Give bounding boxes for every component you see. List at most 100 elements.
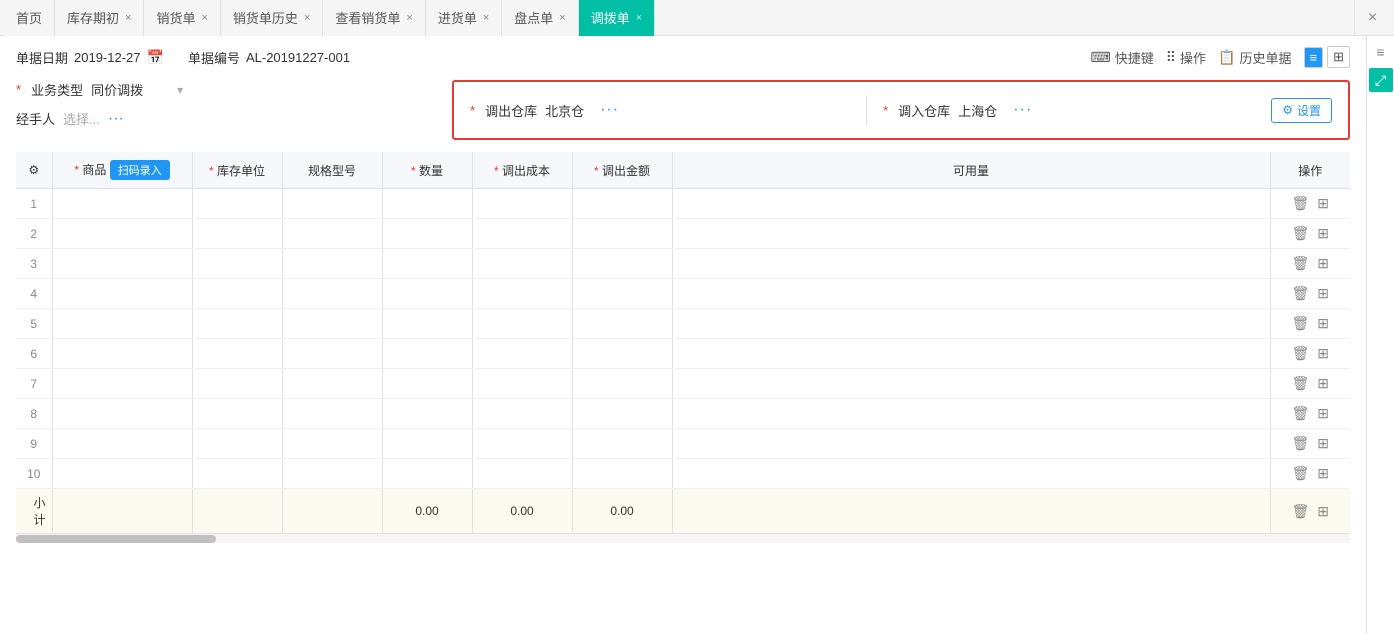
copy-row-icon[interactable]: ⊞ <box>1317 465 1329 482</box>
delete-row-icon[interactable]: 🗑 <box>1291 345 1309 362</box>
delete-row-icon[interactable]: 🗑 <box>1291 375 1309 392</box>
tab-inventory-check[interactable]: 盘点单 × <box>502 0 578 36</box>
row-qty[interactable] <box>382 309 472 339</box>
row-amount[interactable] <box>572 189 672 219</box>
agent-placeholder[interactable]: 选择... <box>63 109 100 128</box>
delete-row-icon[interactable]: 🗑 <box>1291 503 1309 520</box>
row-goods[interactable] <box>52 369 192 399</box>
row-qty[interactable] <box>382 399 472 429</box>
history-button[interactable]: 📋 历史单据 <box>1218 48 1291 67</box>
row-qty[interactable] <box>382 189 472 219</box>
delete-row-icon[interactable]: 🗑 <box>1291 195 1309 212</box>
row-goods[interactable] <box>52 489 192 534</box>
row-amount[interactable] <box>572 369 672 399</box>
business-type-select[interactable]: 同价调拨 ▾ <box>91 80 183 99</box>
sidebar-list-icon[interactable]: ≡ <box>1369 40 1393 64</box>
row-goods[interactable] <box>52 339 192 369</box>
tab-purchase-order[interactable]: 进货单 × <box>426 0 502 36</box>
delete-row-icon[interactable]: 🗑 <box>1291 225 1309 242</box>
tab-view-sales-close[interactable]: × <box>406 12 412 24</box>
calendar-icon[interactable]: 📅 <box>147 49 164 66</box>
tab-sales-history-close[interactable]: × <box>304 12 310 24</box>
row-goods[interactable] <box>52 219 192 249</box>
shortcut-button[interactable]: ⌨ 快捷键 <box>1091 48 1154 67</box>
delete-row-icon[interactable]: 🗑 <box>1291 435 1309 452</box>
row-cost[interactable]: 0.00 <box>472 489 572 534</box>
operate-button[interactable]: ⠿ 操作 <box>1166 48 1206 67</box>
delete-row-icon[interactable]: 🗑 <box>1291 465 1309 482</box>
copy-row-icon[interactable]: ⊞ <box>1317 285 1329 302</box>
copy-row-icon[interactable]: ⊞ <box>1317 315 1329 332</box>
scrollbar-thumb[interactable] <box>16 535 216 543</box>
business-type-dropdown-icon[interactable]: ▾ <box>177 83 183 97</box>
copy-row-icon[interactable]: ⊞ <box>1317 255 1329 272</box>
settings-button[interactable]: ⚙ 设置 <box>1271 98 1332 123</box>
copy-row-icon[interactable]: ⊞ <box>1317 435 1329 452</box>
row-amount[interactable] <box>572 249 672 279</box>
tab-purchase-order-close[interactable]: × <box>483 12 489 24</box>
row-goods[interactable] <box>52 429 192 459</box>
row-goods[interactable] <box>52 459 192 489</box>
delete-row-icon[interactable]: 🗑 <box>1291 285 1309 302</box>
row-cost[interactable] <box>472 249 572 279</box>
row-cost[interactable] <box>472 429 572 459</box>
row-cost[interactable] <box>472 279 572 309</box>
table-settings-icon[interactable]: ⚙ <box>28 163 39 177</box>
tab-inventory-init-close[interactable]: × <box>125 12 131 24</box>
row-qty[interactable] <box>382 429 472 459</box>
tab-inventory-init[interactable]: 库存期初 × <box>55 0 144 36</box>
row-goods[interactable] <box>52 309 192 339</box>
sidebar-expand-icon[interactable]: ⤢ <box>1369 68 1393 92</box>
col-gear[interactable]: ⚙ <box>16 152 52 189</box>
row-amount[interactable] <box>572 429 672 459</box>
row-qty[interactable] <box>382 369 472 399</box>
scan-input-button[interactable]: 扫码录入 <box>110 160 170 180</box>
row-goods[interactable] <box>52 189 192 219</box>
row-qty[interactable] <box>382 279 472 309</box>
row-cost[interactable] <box>472 339 572 369</box>
row-cost[interactable] <box>472 369 572 399</box>
row-cost[interactable] <box>472 219 572 249</box>
layout-list-button[interactable]: ≡ <box>1304 47 1324 68</box>
row-cost[interactable] <box>472 399 572 429</box>
transfer-in-dots[interactable]: ··· <box>1013 101 1032 119</box>
row-qty[interactable] <box>382 219 472 249</box>
row-goods[interactable] <box>52 279 192 309</box>
row-amount[interactable] <box>572 279 672 309</box>
row-amount[interactable] <box>572 339 672 369</box>
copy-row-icon[interactable]: ⊞ <box>1317 225 1329 242</box>
copy-row-icon[interactable]: ⊞ <box>1317 195 1329 212</box>
copy-row-icon[interactable]: ⊞ <box>1317 375 1329 392</box>
delete-row-icon[interactable]: 🗑 <box>1291 405 1309 422</box>
transfer-out-dots[interactable]: ··· <box>600 101 619 119</box>
window-close-button[interactable]: × <box>1354 0 1390 36</box>
delete-row-icon[interactable]: 🗑 <box>1291 255 1309 272</box>
copy-row-icon[interactable]: ⊞ <box>1317 405 1329 422</box>
copy-row-icon[interactable]: ⊞ <box>1317 503 1329 520</box>
row-cost[interactable] <box>472 189 572 219</box>
tab-sales-order-close[interactable]: × <box>201 12 207 24</box>
row-goods[interactable] <box>52 249 192 279</box>
row-amount[interactable] <box>572 459 672 489</box>
tab-view-sales[interactable]: 查看销货单 × <box>323 0 425 36</box>
tab-home[interactable]: 首页 <box>4 0 55 36</box>
row-qty[interactable] <box>382 249 472 279</box>
tab-sales-history[interactable]: 销货单历史 × <box>221 0 323 36</box>
row-amount[interactable] <box>572 309 672 339</box>
row-amount[interactable] <box>572 219 672 249</box>
agent-dots[interactable]: ··· <box>108 110 124 128</box>
tab-transfer-order-close[interactable]: × <box>636 12 642 24</box>
row-cost[interactable] <box>472 459 572 489</box>
copy-row-icon[interactable]: ⊞ <box>1317 345 1329 362</box>
layout-grid-button[interactable]: ⊞ <box>1327 46 1350 68</box>
tab-transfer-order[interactable]: 调拨单 × <box>579 0 655 36</box>
row-qty[interactable] <box>382 459 472 489</box>
delete-row-icon[interactable]: 🗑 <box>1291 315 1309 332</box>
row-amount[interactable] <box>572 399 672 429</box>
row-amount[interactable]: 0.00 <box>572 489 672 534</box>
tab-inventory-check-close[interactable]: × <box>559 12 565 24</box>
row-goods[interactable] <box>52 399 192 429</box>
row-qty[interactable]: 0.00 <box>382 489 472 534</box>
row-qty[interactable] <box>382 339 472 369</box>
row-cost[interactable] <box>472 309 572 339</box>
